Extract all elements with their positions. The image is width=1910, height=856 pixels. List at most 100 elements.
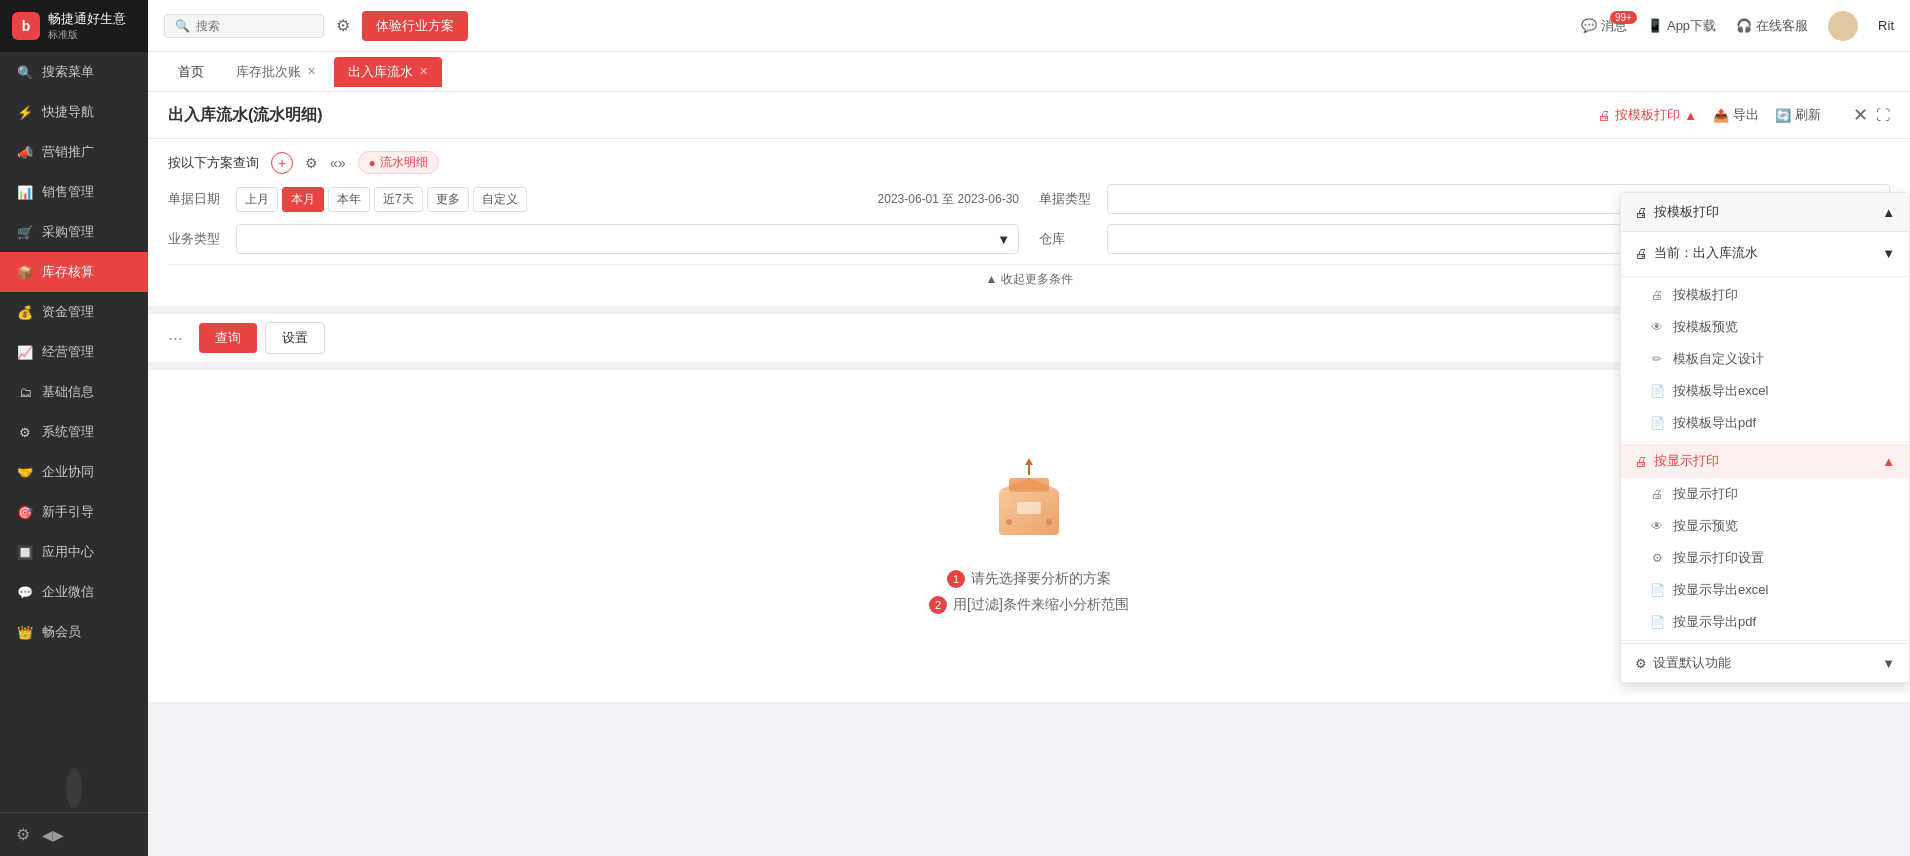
settings-icon[interactable]: ⚙ (16, 825, 30, 844)
display-item-icon-1: 👁 (1649, 518, 1665, 534)
tab-inout-flow[interactable]: 出入库流水✕ (334, 57, 442, 87)
message-icon: 💬 (1581, 18, 1597, 33)
biz-type-field: 业务类型 ▼ (168, 224, 1019, 254)
template-item-2[interactable]: ✏模板自定义设计 (1621, 343, 1909, 375)
display-item-1[interactable]: 👁按显示预览 (1621, 510, 1909, 542)
search-input[interactable] (196, 19, 313, 33)
template-item-3[interactable]: 📄按模板导出excel (1621, 375, 1909, 407)
main-area: 🔍 ⚙ 体验行业方案 💬 消息 99+ 📱 App下载 🎧 在线客服 Rit 首… (148, 0, 1910, 856)
tab-batch-account[interactable]: 库存批次账 ✕ (222, 57, 330, 87)
sidebar-item-system[interactable]: ⚙ 系统管理 (0, 412, 148, 452)
online-service-btn[interactable]: 🎧 在线客服 (1736, 17, 1808, 35)
display-item-label-0: 按显示打印 (1673, 485, 1738, 503)
dropdown-title: 按模板打印 (1654, 203, 1719, 221)
settings-btn[interactable]: 设置 (265, 322, 325, 354)
display-item-0[interactable]: 🖨 按显示打印 (1621, 478, 1909, 510)
tab-close-inout-flow[interactable]: ✕ (419, 65, 428, 78)
dropdown-header: 🖨 按模板打印 ▲ (1621, 193, 1909, 232)
avatar[interactable] (1828, 11, 1858, 41)
sidebar-item-operation[interactable]: 📈 经营管理 (0, 332, 148, 372)
app-download-btn[interactable]: 📱 App下载 (1647, 17, 1716, 35)
query-btn[interactable]: 查询 (199, 323, 257, 353)
date-btn-5[interactable]: 自定义 (473, 187, 527, 212)
biz-type-select[interactable]: ▼ (236, 224, 1019, 254)
sidebar-item-enterprise[interactable]: 🤝 企业协同 (0, 452, 148, 492)
gear-icon[interactable]: ⚙ (336, 16, 350, 35)
industry-btn[interactable]: 体验行业方案 (362, 11, 468, 41)
nav-icon-inventory: 📦 (16, 263, 34, 281)
template-item-4[interactable]: 📄按模板导出pdf (1621, 407, 1909, 439)
nav-label-shortcut: 快捷导航 (42, 103, 94, 121)
current-template-header[interactable]: 🖨 当前：出入库流水 ▼ (1621, 236, 1909, 270)
sidebar-item-appstore[interactable]: 🔲 应用中心 (0, 532, 148, 572)
filter-collapse-icon[interactable]: «» (330, 155, 346, 171)
template-items-section: 🖨按模板打印👁按模板预览✏模板自定义设计📄按模板导出excel📄按模板导出pdf (1621, 279, 1909, 439)
nav-icon-guide: 🎯 (16, 503, 34, 521)
message-btn[interactable]: 💬 消息 99+ (1581, 17, 1627, 35)
more-icon-btn[interactable]: ··· (168, 328, 183, 349)
display-item-icon-0: 🖨 (1649, 486, 1665, 502)
print-panel-icon: 🖨 (1635, 205, 1648, 220)
template-item-label-2: 模板自定义设计 (1673, 350, 1764, 368)
close-icon[interactable]: ✕ (1853, 104, 1868, 126)
sidebar-item-finance[interactable]: 💰 资金管理 (0, 292, 148, 332)
print-btn[interactable]: 🖨 按模板打印 ▲ (1598, 106, 1697, 124)
display-item-label-2: 按显示打印设置 (1673, 549, 1764, 567)
settings-default-icon: ⚙ (1635, 656, 1647, 671)
nav-label-guide: 新手引导 (42, 503, 94, 521)
filter-settings-icon[interactable]: ⚙ (305, 155, 318, 171)
template-item-icon-3: 📄 (1649, 383, 1665, 399)
nav-label-enterprise: 企业协同 (42, 463, 94, 481)
tab-label-batch-account: 库存批次账 (236, 63, 301, 81)
date-btn-1[interactable]: 本月 (282, 187, 324, 212)
sidebar-item-purchase[interactable]: 🛒 采购管理 (0, 212, 148, 252)
sidebar-item-guide[interactable]: 🎯 新手引导 (0, 492, 148, 532)
export-btn[interactable]: 📤 导出 (1713, 106, 1759, 124)
sidebar-item-inventory[interactable]: 📦 库存核算 (0, 252, 148, 292)
expand-icon[interactable]: ⛶ (1876, 107, 1890, 123)
sidebar-item-shortcut[interactable]: ⚡ 快捷导航 (0, 92, 148, 132)
refresh-btn[interactable]: 🔄 刷新 (1775, 106, 1821, 124)
template-item-1[interactable]: 👁按模板预览 (1621, 311, 1909, 343)
date-btn-0[interactable]: 上月 (236, 187, 278, 212)
tab-close-batch-account[interactable]: ✕ (307, 65, 316, 78)
filter-add-btn[interactable]: + (271, 152, 293, 174)
sidebar-item-basic[interactable]: 🗂 基础信息 (0, 372, 148, 412)
sidebar-item-marketing[interactable]: 📣 营销推广 (0, 132, 148, 172)
sidebar: b 畅捷通好生意 标准版 🔍 搜索菜单 ⚡ 快捷导航 📣 营销推广 📊 销售管理… (0, 0, 148, 856)
template-item-label-4: 按模板导出pdf (1673, 414, 1756, 432)
dropdown-footer[interactable]: ⚙ 设置默认功能 ▼ (1621, 643, 1909, 682)
sidebar-item-vip[interactable]: 👑 畅会员 (0, 612, 148, 652)
nav-label-vip: 畅会员 (42, 623, 81, 641)
sidebar-item-wechat[interactable]: 💬 企业微信 (0, 572, 148, 612)
nav-icon-appstore: 🔲 (16, 543, 34, 561)
nav-icon-enterprise: 🤝 (16, 463, 34, 481)
display-print-section-header[interactable]: 🖨 按显示打印 ▲ (1621, 444, 1909, 478)
doc-type-label: 单据类型 (1039, 190, 1099, 208)
search-box[interactable]: 🔍 (164, 14, 324, 38)
tab-home[interactable]: 首页 (164, 57, 218, 87)
display-item-2[interactable]: ⚙按显示打印设置 (1621, 542, 1909, 574)
date-btn-2[interactable]: 本年 (328, 187, 370, 212)
date-btn-4[interactable]: 更多 (427, 187, 469, 212)
template-item-0[interactable]: 🖨按模板打印 (1621, 279, 1909, 311)
sidebar-item-sales[interactable]: 📊 销售管理 (0, 172, 148, 212)
biz-type-label: 业务类型 (168, 230, 228, 248)
template-item-label-0: 按模板打印 (1673, 286, 1738, 304)
filter-tag-icon: ● (369, 156, 376, 170)
nav-icon-sales: 📊 (16, 183, 34, 201)
svg-marker-5 (1025, 458, 1033, 465)
date-btn-3[interactable]: 近7天 (374, 187, 423, 212)
empty-text-2: 2 用[过滤]条件来缩小分析范围 (929, 596, 1129, 614)
filter-tag[interactable]: ● 流水明细 (358, 151, 439, 174)
template-item-icon-1: 👁 (1649, 319, 1665, 335)
collapse-icon[interactable]: ◀▶ (42, 827, 64, 843)
display-item-label-4: 按显示导出pdf (1673, 613, 1756, 631)
display-item-3[interactable]: 📄按显示导出excel (1621, 574, 1909, 606)
nav-label-system: 系统管理 (42, 423, 94, 441)
display-item-4[interactable]: 📄按显示导出pdf (1621, 606, 1909, 638)
topbar-right: 💬 消息 99+ 📱 App下载 🎧 在线客服 Rit (1581, 11, 1894, 41)
sidebar-item-search[interactable]: 🔍 搜索菜单 (0, 52, 148, 92)
dropdown-chevron-up-icon[interactable]: ▲ (1882, 205, 1895, 220)
collapse-up-icon: ▲ (985, 272, 997, 286)
